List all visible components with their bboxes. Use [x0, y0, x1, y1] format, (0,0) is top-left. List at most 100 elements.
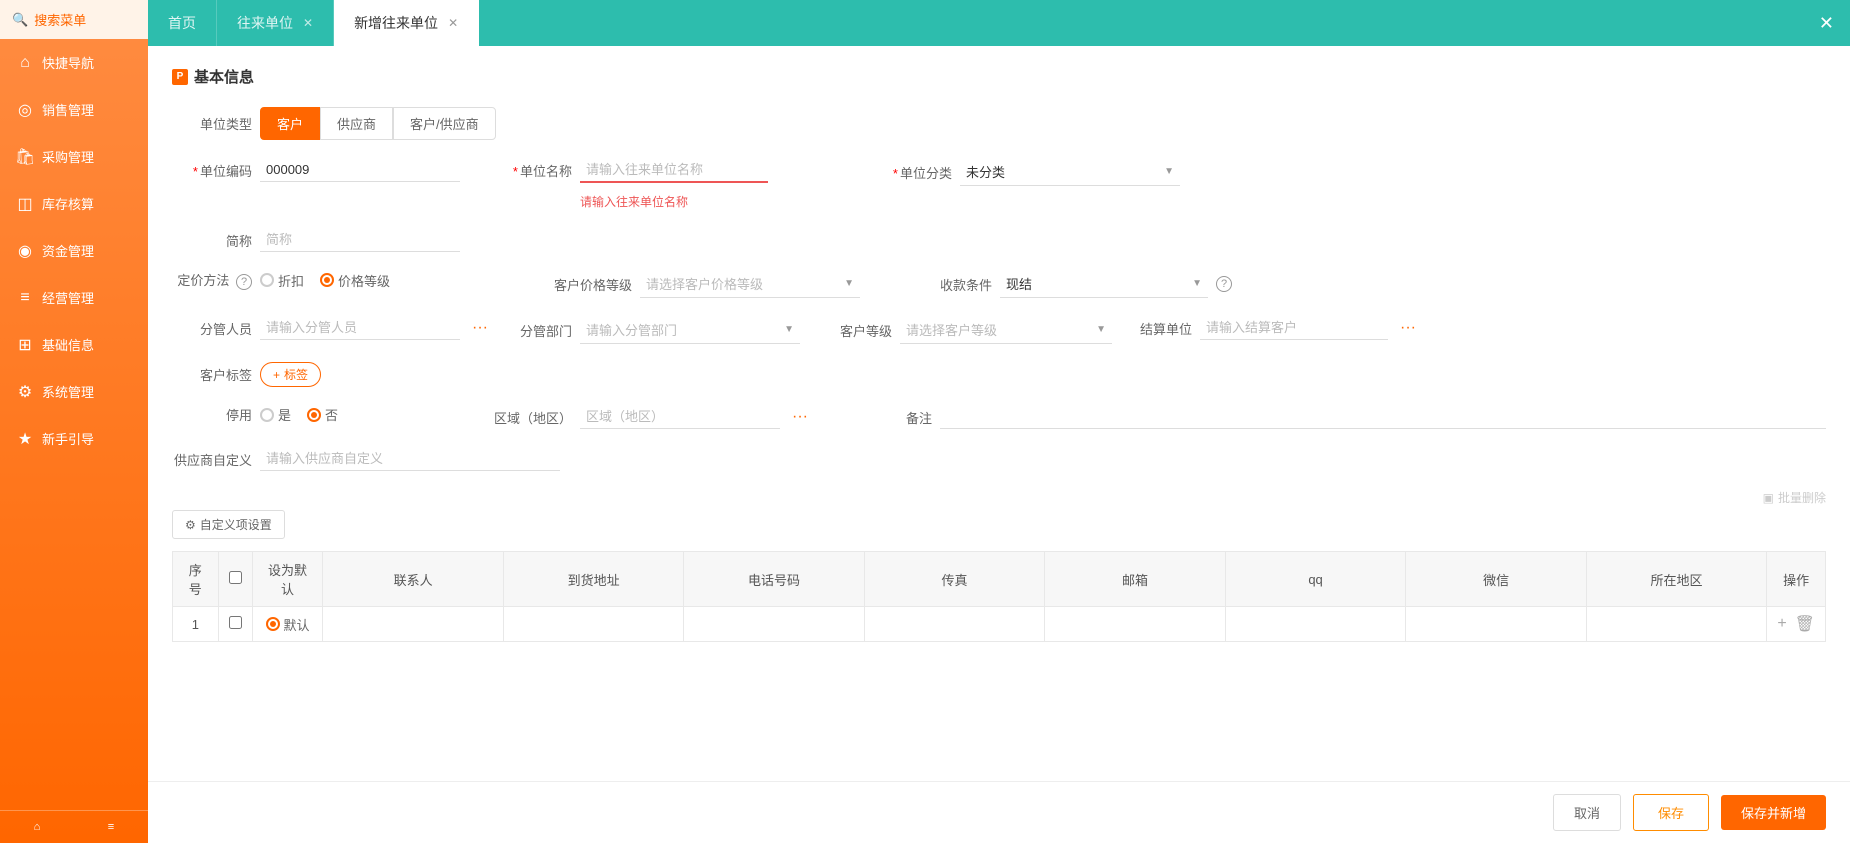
tab-home[interactable]: 首页	[148, 0, 217, 46]
abbr-input[interactable]	[260, 228, 460, 252]
batch-delete-label[interactable]: 批量删除	[1778, 489, 1826, 506]
save-and-new-button[interactable]: 保存并新增	[1721, 795, 1826, 830]
customer-price-level-placeholder: 请选择客户价格等级	[646, 274, 840, 293]
unit-type-btn-customer[interactable]: 客户	[260, 107, 320, 140]
manager-input[interactable]	[260, 316, 460, 340]
manager-label: 分管人员	[172, 319, 252, 338]
sidebar-item-guide[interactable]: ★新手引导	[0, 415, 148, 462]
cancel-button[interactable]: 取消	[1553, 794, 1621, 831]
table-cell[interactable]	[864, 607, 1044, 642]
disabled-radio-group: 是 否	[260, 405, 338, 424]
custom-settings-button[interactable]: ⚙ 自定义项设置	[172, 510, 285, 539]
payment-terms-select[interactable]: 现结 ▼	[1000, 270, 1208, 298]
unit-code-input[interactable]	[260, 158, 460, 182]
unit-name-label: *单位名称	[492, 161, 572, 180]
sidebar-home-btn[interactable]: ⌂	[0, 811, 74, 843]
settlement-label: 结算单位	[1112, 319, 1192, 338]
tab-close-new-partner[interactable]: ✕	[448, 16, 458, 30]
settlement-group: 结算单位 ···	[1112, 316, 1412, 340]
sidebar-item-quick-nav[interactable]: ⌂快捷导航	[0, 39, 148, 86]
table-cell[interactable]	[1045, 607, 1225, 642]
table-cell[interactable]	[503, 607, 683, 642]
remark-input[interactable]	[940, 405, 1826, 429]
payment-help-icon[interactable]: ?	[1216, 276, 1232, 292]
unit-category-select[interactable]: 未分类 ▼	[960, 158, 1180, 186]
table-cell-input[interactable]	[333, 617, 492, 632]
table-cell: 1	[173, 607, 219, 642]
table-cell-input[interactable]	[875, 617, 1034, 632]
disabled-radio-no[interactable]: 否	[307, 405, 338, 424]
customer-level-select[interactable]: 请选择客户等级 ▼	[900, 316, 1112, 344]
search-menu[interactable]: 🔍 搜索菜单	[0, 0, 148, 39]
sidebar-item-label: 快捷导航	[42, 53, 94, 72]
table-cell-input[interactable]	[1416, 617, 1575, 632]
sidebar-item-label: 库存核算	[42, 194, 94, 213]
sidebar-item-basic[interactable]: ⊞基础信息	[0, 321, 148, 368]
supplier-custom-input[interactable]	[260, 447, 560, 471]
tab-label-partners: 往来单位	[237, 13, 293, 33]
table-cell-input[interactable]	[694, 617, 853, 632]
table-header-cell: 序号	[173, 552, 219, 607]
table-cell[interactable]	[1225, 607, 1406, 642]
table-cell[interactable]	[1586, 607, 1766, 642]
save-button[interactable]: 保存	[1633, 794, 1709, 831]
table-cell[interactable]	[1406, 607, 1586, 642]
region-more-btn[interactable]: ···	[788, 408, 812, 426]
tab-close-partners[interactable]: ✕	[303, 16, 313, 30]
sidebar-item-purchase[interactable]: 🛍采购管理	[0, 133, 148, 180]
customer-price-level-select[interactable]: 请选择客户价格等级 ▼	[640, 270, 860, 298]
unit-name-error: 请输入往来单位名称	[580, 193, 688, 210]
table-header-cell: qq	[1225, 552, 1406, 607]
sidebar-item-operations[interactable]: ≡经营管理	[0, 274, 148, 321]
window-close-button[interactable]: ✕	[1803, 13, 1850, 34]
table-cell-input[interactable]	[1597, 617, 1756, 632]
sidebar-item-sales[interactable]: ◎销售管理	[0, 86, 148, 133]
table-cell[interactable]	[323, 607, 503, 642]
row-checkbox[interactable]	[229, 616, 242, 629]
table-select-all-checkbox[interactable]	[229, 571, 242, 584]
sidebar-item-label: 销售管理	[42, 100, 94, 119]
system-icon: ⚙	[16, 383, 34, 401]
sidebar-item-label: 新手引导	[42, 429, 94, 448]
section-icon: P	[172, 69, 188, 85]
pricing-help-icon[interactable]: ?	[236, 274, 252, 290]
pricing-radio-price-level[interactable]: 价格等级	[320, 271, 390, 290]
add-tag-button[interactable]: + 标签	[260, 362, 321, 387]
tab-partners[interactable]: 往来单位 ✕	[217, 0, 334, 46]
disabled-radio-yes[interactable]: 是	[260, 405, 291, 424]
dept-select[interactable]: 请输入分管部门 ▼	[580, 316, 800, 344]
supplier-custom-row: 供应商自定义	[172, 447, 1826, 471]
manager-more-btn[interactable]: ···	[468, 319, 492, 337]
table-cell[interactable]	[684, 607, 864, 642]
delete-row-icon[interactable]: 🗑	[1795, 614, 1815, 634]
settlement-input[interactable]	[1200, 316, 1388, 340]
chevron-down-icon: ▼	[1164, 166, 1174, 177]
sidebar-extra-btn[interactable]: ≡	[74, 811, 148, 843]
home-icon: ⌂	[34, 821, 41, 833]
table-cell-input[interactable]	[1055, 617, 1214, 632]
table-cell-input[interactable]	[1236, 617, 1396, 632]
custom-settings-label: 自定义项设置	[200, 516, 272, 533]
supplier-custom-group: 供应商自定义	[172, 447, 1826, 471]
region-group: 区域（地区） ···	[492, 405, 852, 429]
basic-icon: ⊞	[16, 336, 34, 354]
settlement-more-btn[interactable]: ···	[1396, 319, 1420, 337]
customer-level-label: 客户等级	[812, 321, 892, 340]
default-radio[interactable]: 默认	[263, 615, 313, 634]
unit-type-btn-supplier[interactable]: 供应商	[320, 107, 393, 140]
sidebar-item-inventory[interactable]: ◫库存核算	[0, 180, 148, 227]
table-header-cell: 微信	[1406, 552, 1586, 607]
sidebar-item-finance[interactable]: ◉资金管理	[0, 227, 148, 274]
tab-new-partner[interactable]: 新增往来单位✕	[334, 0, 479, 46]
customer-price-level-label: 客户价格等级	[552, 275, 632, 294]
pricing-radio-discount[interactable]: 折扣	[260, 271, 304, 290]
unit-name-input[interactable]	[580, 158, 768, 183]
table-header-cell: 邮箱	[1045, 552, 1225, 607]
yes-label: 是	[278, 405, 291, 424]
table-cell-input[interactable]	[514, 617, 673, 632]
region-input[interactable]	[580, 405, 780, 429]
add-row-icon[interactable]: +	[1777, 615, 1786, 633]
add-tag-label: 标签	[284, 366, 308, 383]
unit-type-btn-both[interactable]: 客户/供应商	[393, 107, 496, 140]
sidebar-item-system[interactable]: ⚙系统管理	[0, 368, 148, 415]
